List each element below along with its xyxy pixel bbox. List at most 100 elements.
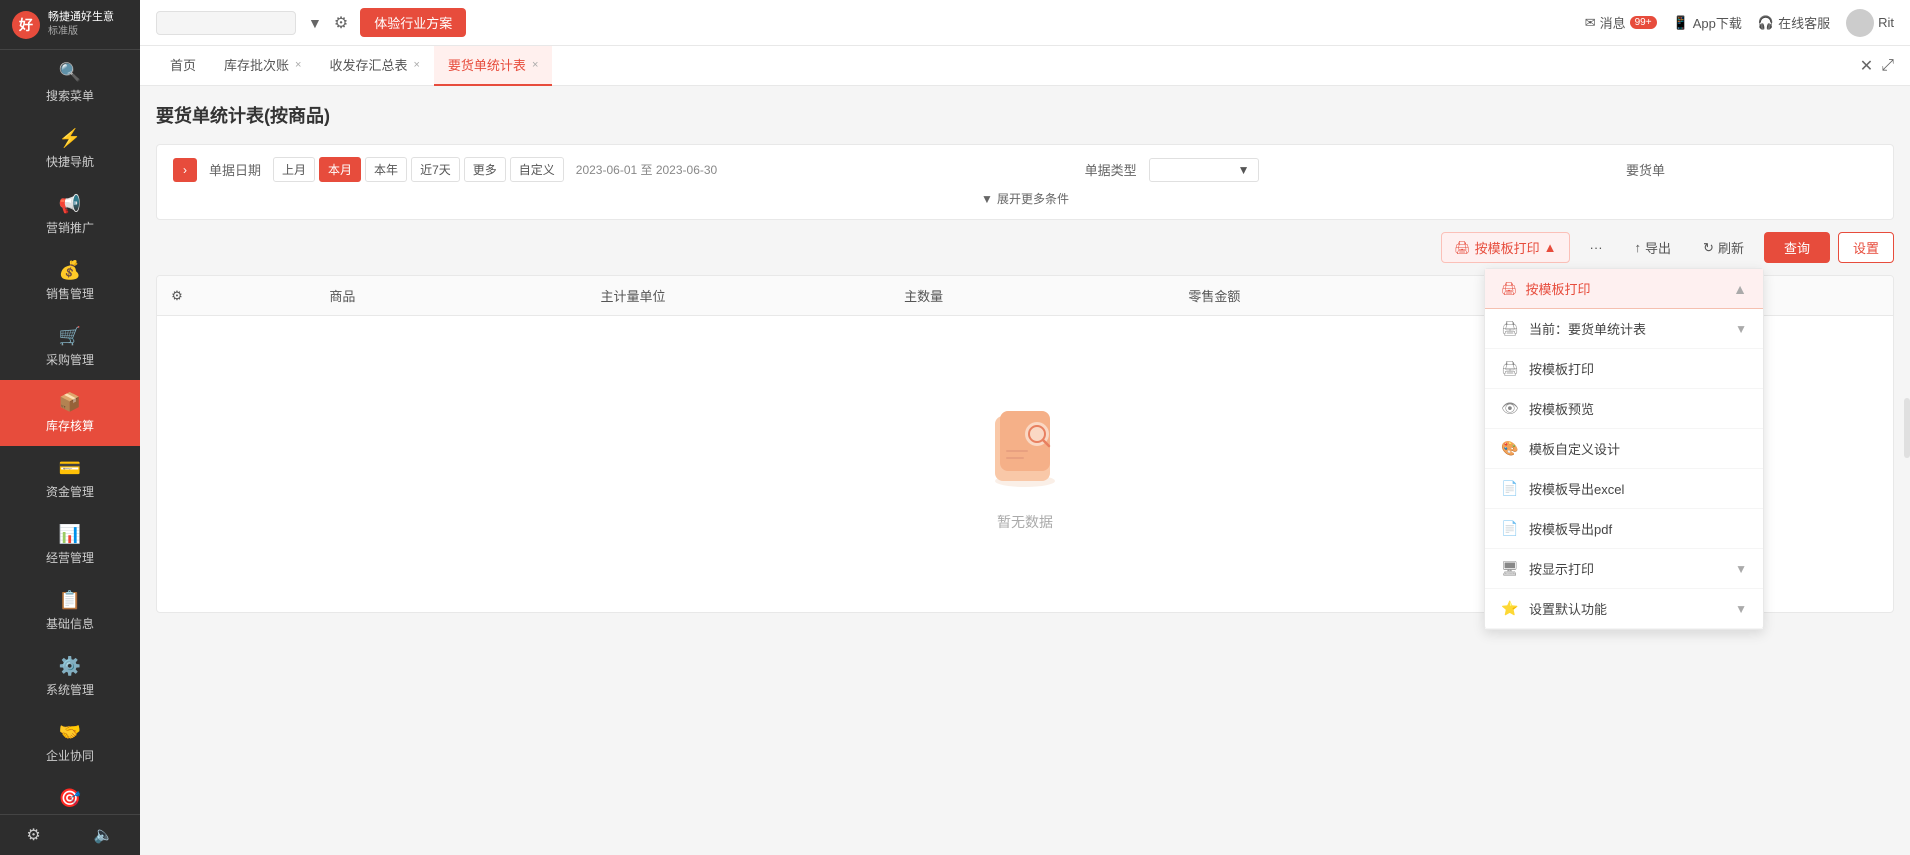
sidebar-item-label: 企业协同 (46, 747, 94, 764)
table-col-quantity: 主数量 (778, 286, 1069, 305)
tab-order-stat-close[interactable]: × (532, 59, 538, 71)
service-icon: 🎧 (1758, 15, 1774, 31)
tab-collection[interactable]: 收发存汇总表 × (315, 46, 433, 86)
resize-handle[interactable] (1904, 398, 1910, 458)
dropdown-item-default-icon: ⭐ (1501, 600, 1519, 617)
dropdown-item-template-excel[interactable]: 📄 按模板导出excel (1485, 469, 1763, 509)
printer-icon: 🖨 (1454, 240, 1471, 256)
user-avatar-item[interactable]: Rit (1846, 9, 1894, 37)
type-select[interactable]: ▼ (1149, 158, 1259, 182)
app-name: 畅捷通好生意 (48, 10, 114, 25)
tab-home-label: 首页 (170, 55, 196, 74)
tab-home[interactable]: 首页 (156, 46, 210, 86)
dropdown-close-btn[interactable]: ▲ (1733, 281, 1747, 297)
settings-bottom-icon[interactable]: ⚙ (26, 825, 40, 845)
filter-bar: › 单据日期 上月 本月 本年 近7天 更多 自定义 2023-06-01 至 … (156, 144, 1894, 220)
export-btn[interactable]: ↑ 导出 (1623, 233, 1684, 262)
date-btn-last-month[interactable]: 上月 (273, 157, 315, 182)
filter-row-1: › 单据日期 上月 本月 本年 近7天 更多 自定义 2023-06-01 至 … (173, 157, 1877, 182)
sidebar-item-inventory[interactable]: 📦 库存核算 (0, 380, 140, 446)
sidebar-item-label: 销售管理 (46, 285, 94, 302)
date-btn-current-month[interactable]: 本月 (319, 157, 361, 182)
sidebar-item-purchase[interactable]: 🛒 采购管理 (0, 314, 140, 380)
more-btn[interactable]: ··· (1578, 235, 1615, 260)
sidebar-item-label: 采购管理 (46, 351, 94, 368)
date-btn-more[interactable]: 更多 (464, 157, 506, 182)
dropdown-item-template-design-label: 模板自定义设计 (1529, 439, 1620, 458)
tabs-close-all-btn[interactable]: ✕ (1860, 56, 1873, 76)
export-icon: ↑ (1635, 240, 1642, 255)
header-dropdown-btn[interactable]: ▼ (308, 15, 322, 31)
app-download-item[interactable]: 📱 App下载 (1673, 13, 1742, 32)
dropdown-item-template-print-label: 按模板打印 (1529, 359, 1594, 378)
sales-icon: 💰 (59, 260, 81, 281)
dropdown-item-design-icon: 🎨 (1501, 440, 1519, 457)
sidebar-item-search[interactable]: 🔍 搜索菜单 (0, 50, 140, 116)
sidebar-item-system[interactable]: ⚙️ 系统管理 (0, 644, 140, 710)
dropdown-item-template-print[interactable]: 🖨 按模板打印 (1485, 349, 1763, 389)
dropdown-item-template-preview[interactable]: 👁 按模板预览 (1485, 389, 1763, 429)
header-gear-icon[interactable]: ⚙ (334, 13, 348, 33)
tab-order-stat-label: 要货单统计表 (448, 55, 526, 74)
sidebar-item-label: 资金管理 (46, 483, 94, 500)
messages-item[interactable]: ✉ 消息 99+ (1585, 13, 1657, 32)
expand-arrow-btn[interactable]: › (173, 158, 197, 182)
expand-more-btn[interactable]: ▼ 展开更多条件 (173, 190, 1877, 207)
sidebar-item-finance[interactable]: 💳 资金管理 (0, 446, 140, 512)
settings-btn[interactable]: 设置 (1838, 232, 1894, 263)
empty-svg (975, 396, 1075, 496)
type-label: 单据类型 (1085, 160, 1137, 179)
sidebar-item-shortcut[interactable]: ⚡ 快捷导航 (0, 116, 140, 182)
dropdown-item-set-default[interactable]: ⭐ 设置默认功能 ▼ (1485, 589, 1763, 629)
tab-batch[interactable]: 库存批次账 × (210, 46, 315, 86)
expand-more-label: 展开更多条件 (997, 190, 1069, 207)
dropdown-item-template-design[interactable]: 🎨 模板自定义设计 (1485, 429, 1763, 469)
header-search-input[interactable] (156, 11, 296, 35)
purchase-icon: 🛒 (59, 326, 81, 347)
date-btn-current-year[interactable]: 本年 (365, 157, 407, 182)
tab-order-stat[interactable]: 要货单统计表 × (434, 46, 552, 86)
online-service-label: 在线客服 (1778, 13, 1830, 32)
sidebar-item-collab[interactable]: 🤝 企业协同 (0, 710, 140, 776)
message-icon: ✉ (1585, 15, 1596, 31)
app-download-label: App下载 (1693, 13, 1742, 32)
toolbar: 🖨 按模板打印 ▲ ··· ↑ 导出 ↻ 刷新 查询 设置 🖨 (156, 232, 1894, 263)
query-btn[interactable]: 查询 (1764, 232, 1830, 263)
tab-collection-close[interactable]: × (413, 59, 419, 71)
print-template-btn[interactable]: 🖨 按模板打印 ▲ (1441, 232, 1569, 263)
sidebar-item-label: 基础信息 (46, 615, 94, 632)
settings-gear-icon[interactable]: ⚙ (171, 288, 183, 303)
print-chevron-icon: ▲ (1544, 240, 1557, 255)
sidebar-item-sales[interactable]: 💰 销售管理 (0, 248, 140, 314)
dropdown-default-arrow: ▼ (1735, 602, 1747, 616)
audio-icon[interactable]: 🔈 (94, 825, 114, 845)
tab-batch-close[interactable]: × (295, 59, 301, 71)
dropdown-item-template-pdf[interactable]: 📄 按模板导出pdf (1485, 509, 1763, 549)
date-btn-7days[interactable]: 近7天 (411, 157, 460, 182)
dropdown-title: 按模板打印 (1526, 279, 1591, 298)
tabs-expand-btn[interactable]: ⤢ (1881, 57, 1894, 75)
refresh-btn[interactable]: ↻ 刷新 (1691, 233, 1756, 262)
operations-icon: 📊 (59, 524, 81, 545)
online-service-item[interactable]: 🎧 在线客服 (1758, 13, 1830, 32)
dropdown-item-display-print[interactable]: 🖥 按显示打印 ▼ (1485, 549, 1763, 589)
print-template-label: 按模板打印 (1475, 238, 1540, 257)
table-col-check: ⚙ (157, 288, 197, 304)
marketing-icon: 📢 (59, 194, 81, 215)
sidebar-item-basic[interactable]: 📋 基础信息 (0, 578, 140, 644)
sidebar-item-guide[interactable]: 🎯 新手引导 (0, 776, 140, 814)
guide-icon: 🎯 (59, 788, 81, 809)
avatar (1846, 9, 1874, 37)
date-btn-custom[interactable]: 自定义 (510, 157, 564, 182)
sidebar-item-operations[interactable]: 📊 经营管理 (0, 512, 140, 578)
dropdown-current-icon: 🖨 (1501, 320, 1519, 337)
dropdown-current-item[interactable]: 🖨 当前：要货单统计表 ▼ (1485, 309, 1763, 349)
export-label: 导出 (1645, 238, 1671, 257)
trial-button[interactable]: 体验行业方案 (360, 8, 466, 37)
shortcut-icon: ⚡ (59, 128, 81, 149)
dropdown-item-set-default-label: 设置默认功能 (1529, 599, 1607, 618)
sidebar-item-label: 营销推广 (46, 219, 94, 236)
sidebar-item-marketing[interactable]: 📢 营销推广 (0, 182, 140, 248)
dropdown-item-display-print-label: 按显示打印 (1529, 559, 1594, 578)
messages-label: 消息 (1600, 13, 1626, 32)
